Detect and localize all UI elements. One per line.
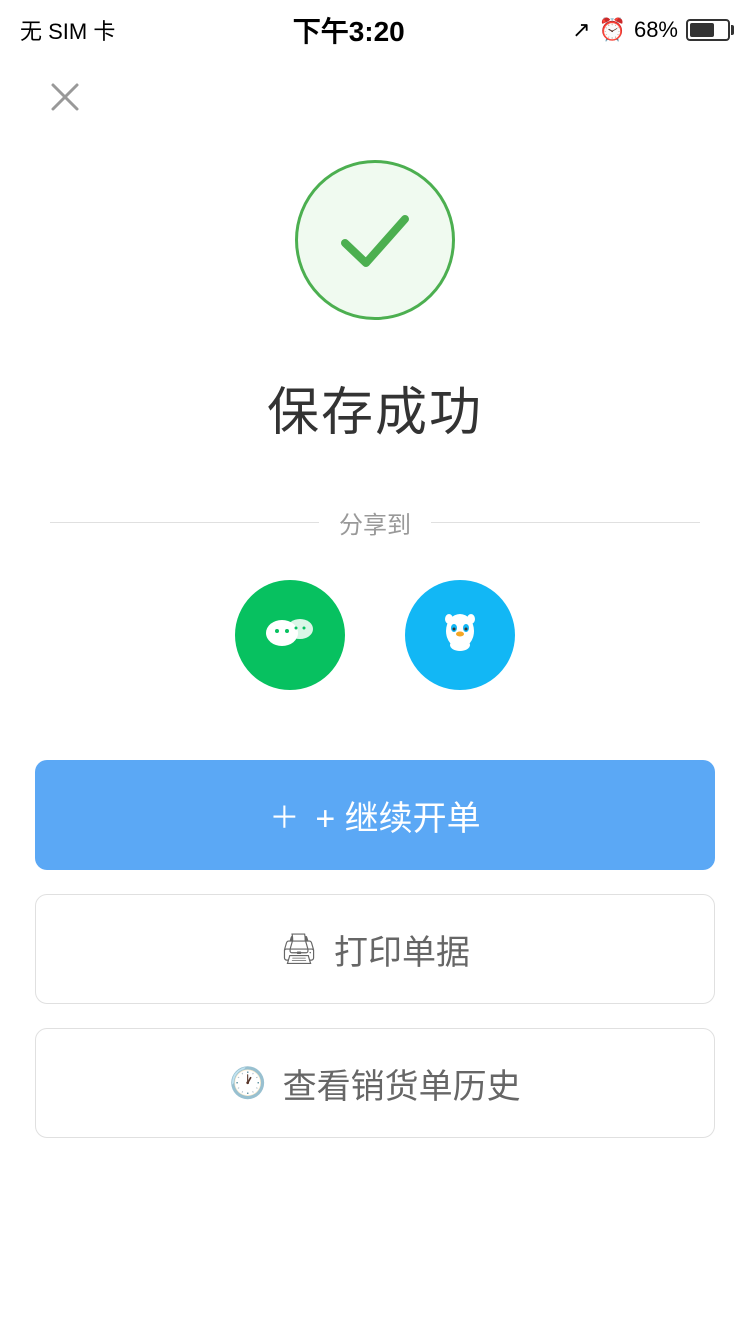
status-time: 下午3:20: [293, 10, 405, 50]
sim-status: 无 SIM 卡: [20, 14, 115, 46]
qq-icon: [428, 603, 492, 667]
qq-share-button[interactable]: [405, 580, 515, 690]
battery-percent: 68%: [634, 17, 678, 43]
success-icon-circle: [295, 160, 455, 320]
print-button[interactable]: 🖨 打印单据: [35, 894, 715, 1004]
share-label: 分享到: [319, 505, 431, 540]
wechat-share-button[interactable]: [235, 580, 345, 690]
divider-left: [50, 522, 319, 523]
continue-button[interactable]: ＋ + 继续开单: [35, 760, 715, 870]
continue-label: + 继续开单: [315, 791, 480, 840]
close-button[interactable]: [40, 72, 90, 122]
status-bar: 无 SIM 卡 下午3:20 ↗ ⏰ 68%: [0, 0, 750, 60]
share-divider: 分享到: [0, 505, 750, 540]
wechat-icon: [258, 603, 322, 667]
plus-icon: ＋: [269, 793, 299, 837]
battery-icon: [686, 19, 730, 41]
checkmark-icon: [330, 195, 420, 285]
print-icon: 🖨: [280, 932, 318, 967]
history-icon: 🕐: [229, 1066, 266, 1101]
success-title: 保存成功: [267, 370, 483, 445]
alarm-icon: ⏰: [599, 17, 626, 43]
arrow-icon: ↗: [572, 17, 590, 43]
share-icons-row: [235, 580, 515, 690]
history-label: 查看销货单历史: [283, 1059, 521, 1108]
status-left: 无 SIM 卡: [20, 14, 125, 46]
print-label: 打印单据: [334, 925, 470, 974]
status-right: ↗ ⏰ 68%: [572, 17, 730, 43]
main-content: 保存成功 分享到: [0, 60, 750, 1138]
history-button[interactable]: 🕐 查看销货单历史: [35, 1028, 715, 1138]
action-buttons: ＋ + 继续开单 🖨 打印单据 🕐 查看销货单历史: [35, 760, 715, 1138]
divider-right: [431, 522, 700, 523]
